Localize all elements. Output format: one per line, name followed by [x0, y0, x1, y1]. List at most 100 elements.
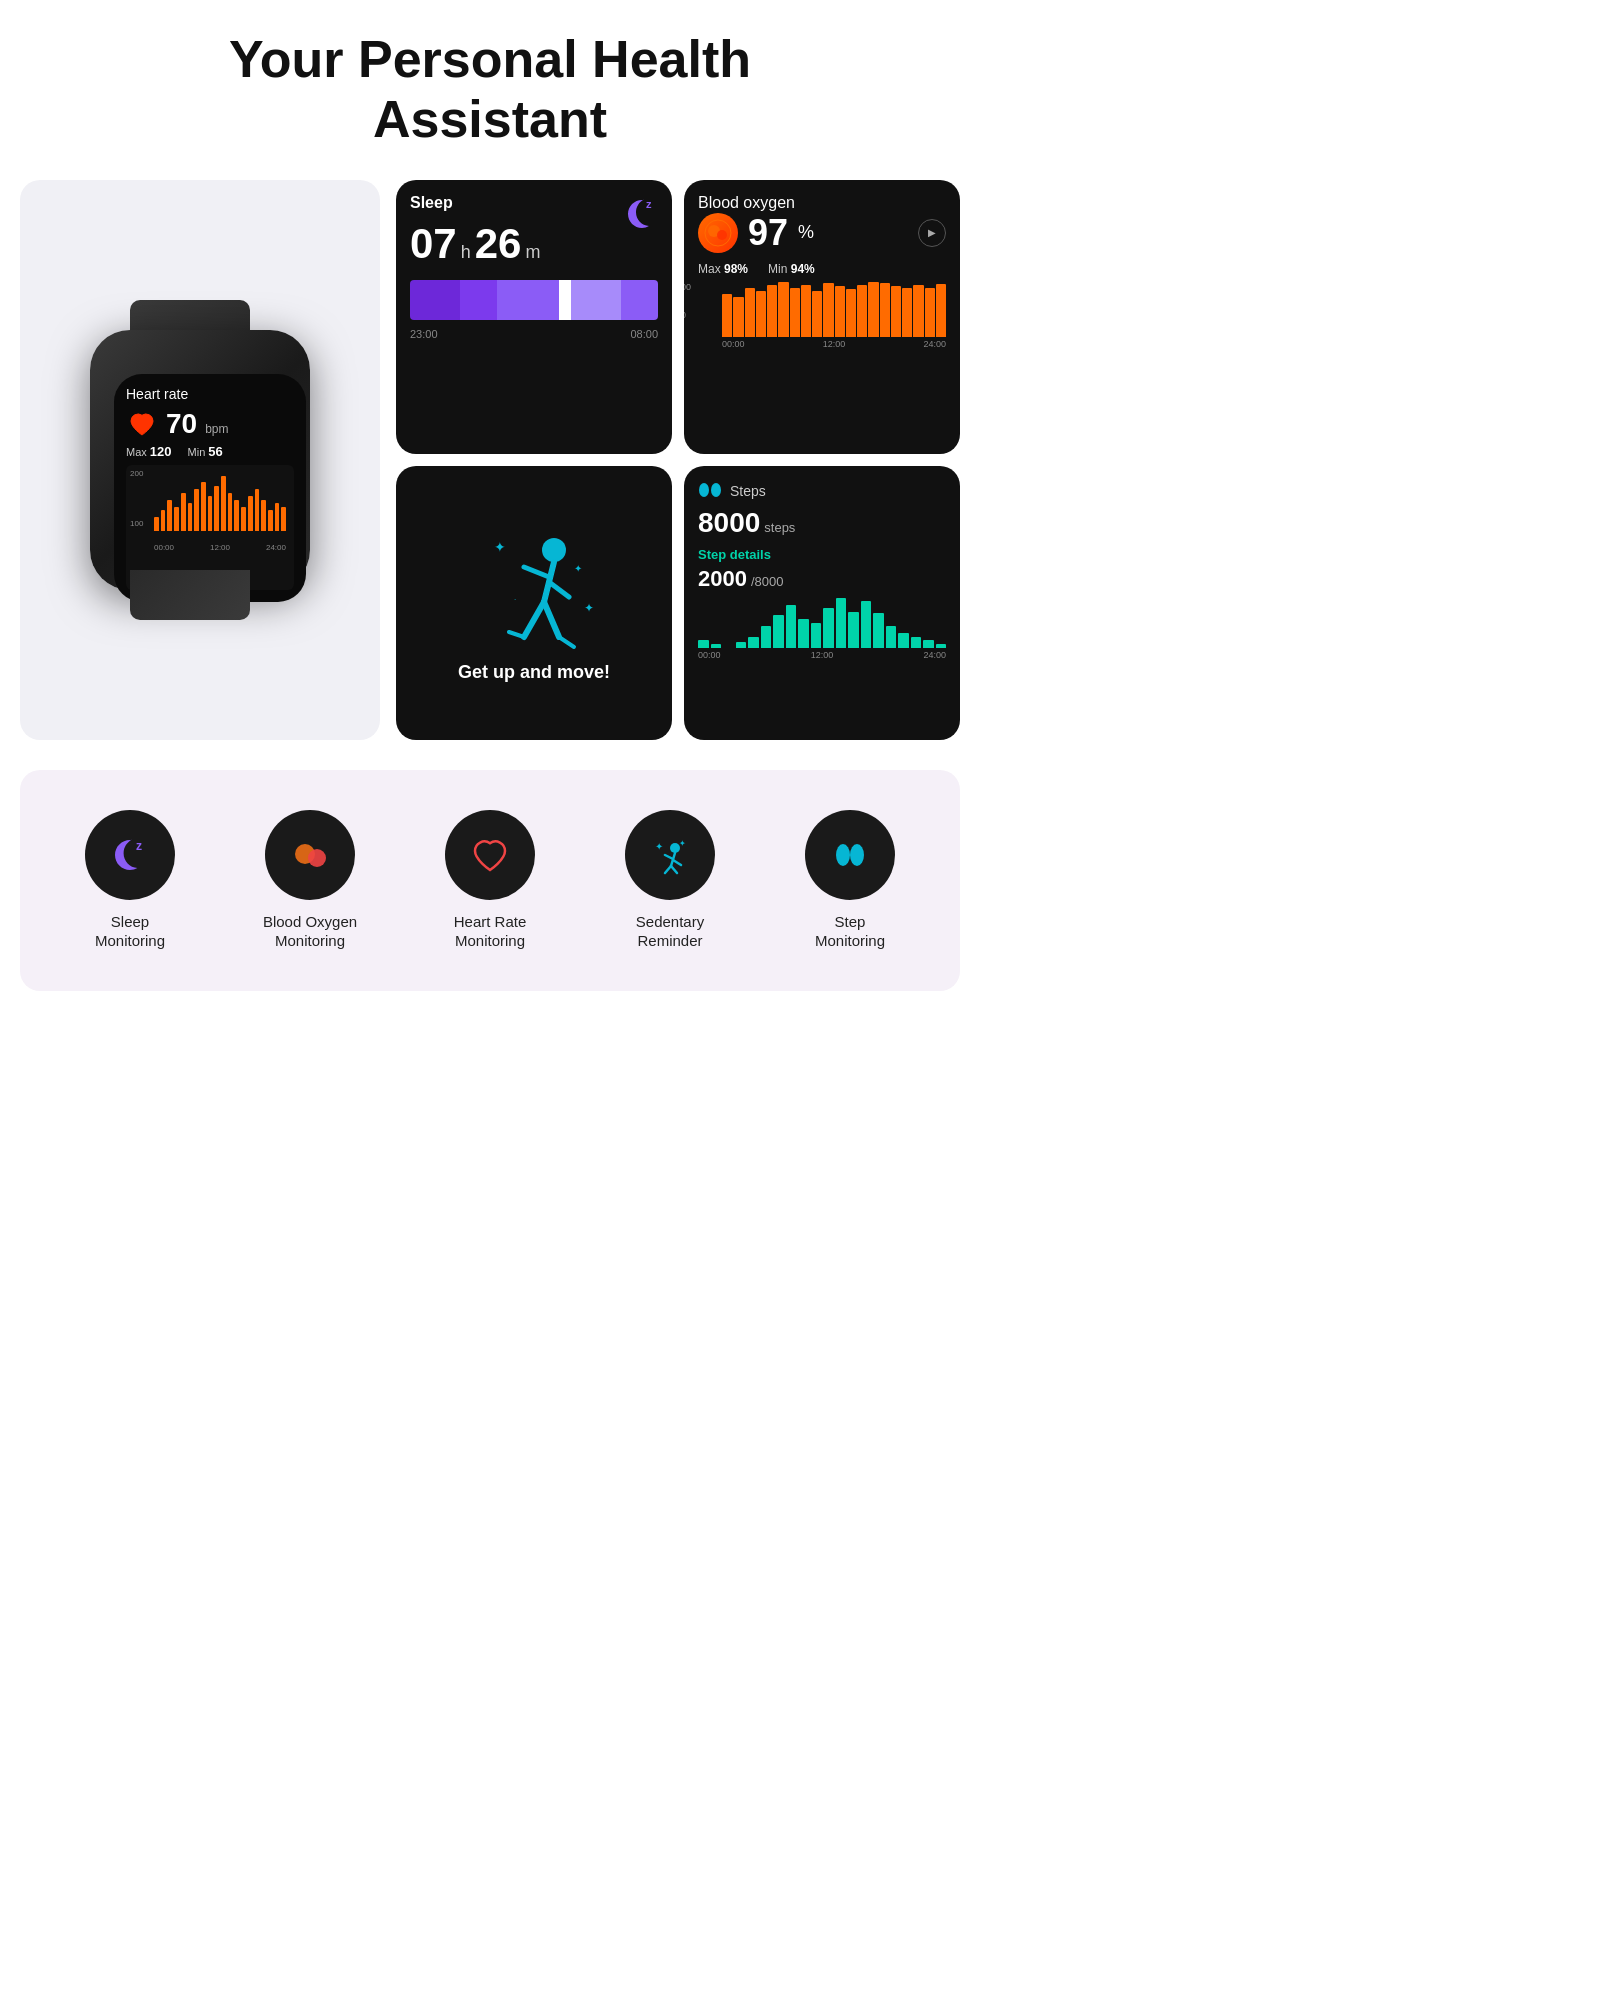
svg-line-26: [665, 855, 673, 859]
feature-oxygen: Blood OxygenMonitoring: [235, 810, 385, 951]
watch-bar: [174, 507, 179, 531]
steps-bar: [923, 640, 934, 647]
svg-point-17: [711, 483, 721, 497]
watch-bar: [281, 507, 286, 531]
watch-bar: [221, 476, 226, 531]
feature-sleep: z SleepMonitoring: [55, 810, 205, 951]
oxygen-bar: [902, 288, 912, 336]
oxygen-chart-y-labels: 100 50 0: [684, 282, 691, 349]
watch-bar: [154, 517, 159, 531]
watch-chart-y-labels: 200 100 0: [130, 469, 143, 578]
steps-bar: [873, 613, 884, 647]
watch-band-bottom: [130, 570, 250, 620]
min-label: Min 56: [188, 444, 223, 459]
sleep-bar: [410, 280, 658, 320]
step-monitoring-icon-circle: [805, 810, 895, 900]
svg-text:✦: ✦: [494, 539, 506, 555]
oxygen-card: Blood oxygen 97 % ▶ Max 98% Min 94%: [684, 180, 960, 454]
svg-text:·: ·: [514, 595, 516, 604]
svg-line-10: [524, 567, 549, 577]
oxygen-bar: [868, 282, 878, 337]
bpm-value: 70: [166, 408, 197, 440]
oxygen-icon: [698, 213, 738, 253]
svg-text:✦: ✦: [655, 841, 663, 852]
steps-bar: [773, 615, 784, 647]
oxygen-bar: [812, 291, 822, 337]
steps-bar: [898, 633, 909, 647]
svg-point-31: [850, 844, 864, 866]
max-min-row: Max 120 Min 56: [126, 444, 294, 459]
watch-bar: [255, 489, 260, 530]
oxygen-chart: [722, 282, 946, 337]
oxygen-symbol: %: [798, 222, 814, 243]
sleep-card: Sleep z 07 h 26 m: [396, 180, 672, 454]
watch-bar: [214, 486, 219, 531]
oxygen-main-row: 97 % ▶: [698, 212, 946, 254]
step-total: /8000: [751, 574, 784, 589]
oxygen-bar: [936, 284, 946, 337]
watch-screen: Heart rate 70 bpm Max 120 Min 56: [114, 374, 306, 602]
watch-bar: [268, 510, 273, 531]
oxygen-bar: [891, 286, 901, 336]
steps-bar: [911, 637, 922, 648]
oxygen-play-button[interactable]: ▶: [918, 219, 946, 247]
step-current: 2000: [698, 566, 747, 592]
sleep-end-time: 08:00: [630, 328, 658, 340]
svg-line-15: [559, 637, 574, 647]
svg-line-14: [509, 632, 524, 637]
oxygen-bar: [790, 288, 800, 337]
oxygen-title: Blood oxygen: [698, 194, 946, 212]
sleep-monitoring-label: SleepMonitoring: [95, 912, 165, 951]
svg-line-28: [665, 866, 671, 873]
svg-text:✦: ✦: [679, 839, 686, 848]
steps-bar: [823, 608, 834, 647]
steps-bar: [748, 637, 759, 648]
step-monitoring-label: StepMonitoring: [815, 912, 885, 951]
oxygen-bar: [880, 283, 890, 337]
oxygen-bar: [835, 286, 845, 336]
heart-monitoring-icon-circle: [445, 810, 535, 900]
svg-text:z: z: [646, 198, 652, 210]
sleep-minutes: 26: [475, 220, 522, 268]
feature-sedentary: ✦ ✦ SedentaryReminder: [595, 810, 745, 951]
sleep-time-row: 07 h 26 m: [410, 220, 658, 268]
steps-bar: [936, 644, 947, 648]
steps-unit: steps: [764, 520, 795, 535]
watch-bar: [248, 496, 253, 530]
sleep-hours-unit: h: [461, 242, 471, 263]
watch-bar: [275, 503, 280, 531]
max-value: 120: [150, 444, 172, 459]
steps-value-row: 8000 steps: [698, 507, 946, 539]
sleep-hours: 07: [410, 220, 457, 268]
heart-monitoring-label: Heart RateMonitoring: [454, 912, 527, 951]
watch-bar: [234, 500, 239, 531]
watch-chart-x-labels: 00:00 12:00 24:00: [154, 543, 286, 552]
watch-screen-title: Heart rate: [126, 386, 294, 402]
bottom-section: z SleepMonitoring Blood OxygenMonitoring…: [20, 770, 960, 991]
oxygen-monitoring-icon-circle: [265, 810, 355, 900]
feature-heart: Heart RateMonitoring: [415, 810, 565, 951]
oxygen-bar: [846, 289, 856, 337]
steps-icon: [698, 480, 722, 503]
watch-body: Heart rate 70 bpm Max 120 Min 56: [90, 330, 310, 590]
feature-steps: StepMonitoring: [775, 810, 925, 951]
watch-container: Heart rate 70 bpm Max 120 Min 56: [80, 300, 320, 620]
getup-card: ✦ ✦ · ✦: [396, 466, 672, 740]
steps-bar: [786, 605, 797, 648]
steps-value: 8000: [698, 507, 760, 539]
oxygen-bar: [756, 291, 766, 337]
sleep-monitoring-icon-circle: z: [85, 810, 175, 900]
step-details-title: Step details: [698, 547, 946, 562]
steps-bar: [736, 642, 747, 648]
watch-bar: [261, 500, 266, 531]
oxygen-bar: [767, 285, 777, 337]
svg-text:✦: ✦: [574, 563, 582, 574]
svg-line-11: [549, 582, 569, 597]
step-progress: 2000 /8000: [698, 566, 946, 592]
watch-chart-bars: [154, 471, 286, 531]
svg-point-16: [699, 483, 709, 497]
oxygen-bar: [857, 285, 867, 337]
watch-bar: [201, 482, 206, 530]
steps-bar: [761, 626, 772, 647]
watch-bar: [161, 510, 166, 531]
